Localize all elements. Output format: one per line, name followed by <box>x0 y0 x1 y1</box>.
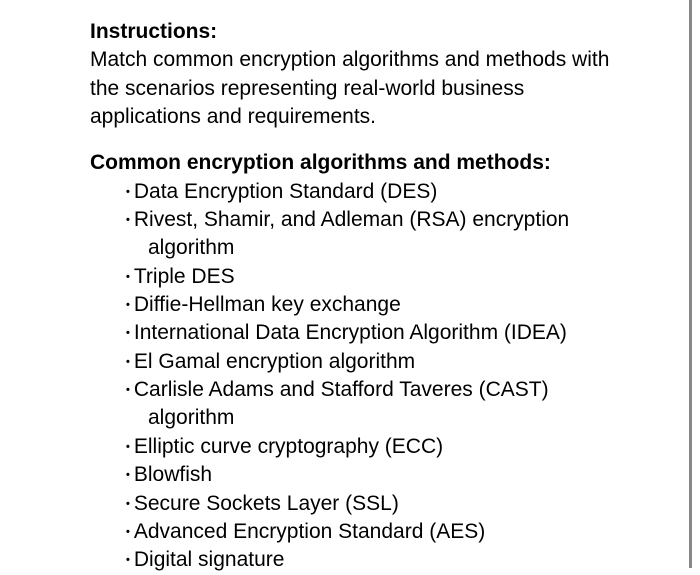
document-content: Instructions: Match common encryption al… <box>90 18 610 575</box>
list-item-continuation: algorithm <box>126 234 610 262</box>
list-item: •Secure Sockets Layer (SSL) <box>126 490 610 518</box>
bullet-icon: • <box>126 376 130 404</box>
bullet-icon: • <box>126 291 130 319</box>
list-item-continuation-label: algorithm <box>126 234 610 262</box>
list-item: •Triple DES <box>126 263 610 291</box>
list-item-continuation-label: algorithm <box>126 404 610 432</box>
list-item-label: Rivest, Shamir, and Adleman (RSA) encryp… <box>134 206 610 234</box>
list-item-label: International Data Encryption Algorithm … <box>134 319 610 347</box>
bullet-icon: • <box>126 546 130 574</box>
list-item-label: Carlisle Adams and Stafford Taveres (CAS… <box>134 376 610 404</box>
section-block: Common encryption algorithms and methods… <box>90 149 610 574</box>
bullet-icon: • <box>126 433 130 461</box>
list-item-label: Data Encryption Standard (DES) <box>134 178 610 206</box>
scrollbar[interactable] <box>689 0 692 568</box>
bullet-icon: • <box>126 206 130 234</box>
bullet-icon: • <box>126 461 130 489</box>
list-item-label: Digital signature <box>134 546 610 574</box>
list-item: •Data Encryption Standard (DES) <box>126 178 610 206</box>
list-item-label: Diffie-Hellman key exchange <box>134 291 610 319</box>
section-heading: Common encryption algorithms and methods… <box>90 149 610 177</box>
list-item: •Blowfish <box>126 461 610 489</box>
bullet-icon: • <box>126 348 130 376</box>
algorithm-list: •Data Encryption Standard (DES)•Rivest, … <box>90 178 610 575</box>
list-item-label: Elliptic curve cryptography (ECC) <box>134 433 610 461</box>
list-item-label: Advanced Encryption Standard (AES) <box>134 518 610 546</box>
list-item: •Advanced Encryption Standard (AES) <box>126 518 610 546</box>
instructions-body: Match common encryption algorithms and m… <box>90 48 609 128</box>
list-item-continuation: algorithm <box>126 404 610 432</box>
list-item-label: Triple DES <box>134 263 610 291</box>
list-item: •Elliptic curve cryptography (ECC) <box>126 433 610 461</box>
list-item: •Diffie-Hellman key exchange <box>126 291 610 319</box>
list-item: •International Data Encryption Algorithm… <box>126 319 610 347</box>
bullet-icon: • <box>126 263 130 291</box>
instructions-heading: Instructions: <box>90 20 217 43</box>
bullet-icon: • <box>126 178 130 206</box>
bullet-icon: • <box>126 518 130 546</box>
list-item: •Carlisle Adams and Stafford Taveres (CA… <box>126 376 610 404</box>
list-item-label: El Gamal encryption algorithm <box>134 348 610 376</box>
list-item: •Rivest, Shamir, and Adleman (RSA) encry… <box>126 206 610 234</box>
bullet-icon: • <box>126 319 130 347</box>
list-item-label: Blowfish <box>134 461 610 489</box>
instructions-block: Instructions: Match common encryption al… <box>90 18 610 131</box>
list-item: •Digital signature <box>126 546 610 574</box>
list-item: •El Gamal encryption algorithm <box>126 348 610 376</box>
list-item-label: Secure Sockets Layer (SSL) <box>134 490 610 518</box>
bullet-icon: • <box>126 490 130 518</box>
